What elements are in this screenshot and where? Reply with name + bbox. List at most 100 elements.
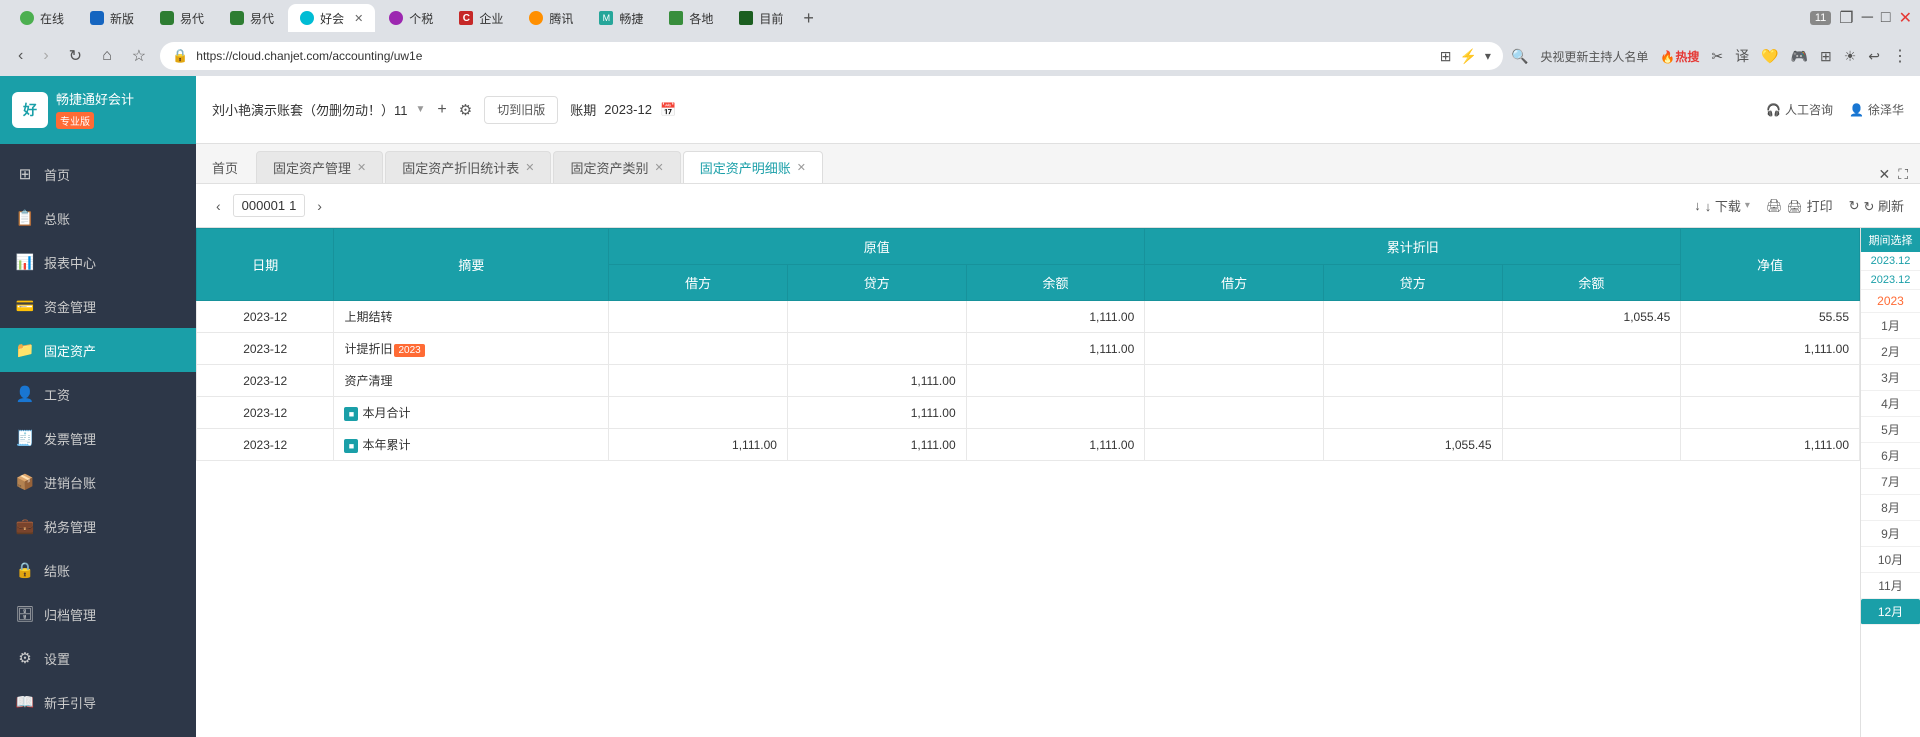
tab-home[interactable]: 首页 (196, 151, 254, 183)
tab-depreciation-stats[interactable]: 固定资产折旧统计表 ✕ (385, 151, 551, 183)
tab-fixed-assets-mgmt-close-icon[interactable]: ✕ (357, 161, 366, 174)
nav-bookmark-button[interactable]: ☆ (126, 44, 152, 68)
sidebar-item-tax[interactable]: 💼 税务管理 (0, 504, 196, 548)
period-month-6月[interactable]: 6月 (1861, 443, 1920, 469)
period-month-12月[interactable]: 12月 (1861, 599, 1920, 625)
tab-asset-category-close-icon[interactable]: ✕ (655, 161, 664, 174)
translate-tool[interactable]: 译 (1735, 46, 1749, 66)
add-account-button[interactable]: + (437, 101, 446, 119)
account-selector[interactable]: 刘小艳演示账套（勿删勿动！）11 ▼ (212, 100, 425, 119)
browser-tab-7[interactable]: C 企业 (447, 4, 515, 32)
prev-page-button[interactable]: ‹ (212, 196, 225, 216)
cell-amount (1502, 365, 1681, 397)
browser-tab-5-active[interactable]: 好会 ✕ (288, 4, 375, 32)
period-month-9月[interactable]: 9月 (1861, 521, 1920, 547)
closing-icon: 🔒 (16, 561, 34, 579)
period-month-5月[interactable]: 5月 (1861, 417, 1920, 443)
cell-amount: 2023-12 (197, 301, 334, 333)
sidebar-item-fixed-assets[interactable]: 📁 固定资产 (0, 328, 196, 372)
window-maximize-icon[interactable]: □ (1881, 9, 1891, 27)
print-button[interactable]: 🖨 🖨 打印 (1766, 196, 1833, 215)
tab-depreciation-stats-close-icon[interactable]: ✕ (525, 161, 534, 174)
sidebar-item-funds[interactable]: 💳 资金管理 (0, 284, 196, 328)
qr-code-icon[interactable]: ⊞ (1440, 48, 1452, 65)
sidebar-item-general-ledger[interactable]: 📋 总账 (0, 196, 196, 240)
hot-search-label[interactable]: 🔥热搜 (1660, 48, 1699, 65)
browser-tab-6[interactable]: 个税 (377, 4, 445, 32)
browser-tab-11[interactable]: 目前 (727, 4, 795, 32)
tab-asset-detail-close-icon[interactable]: ✕ (797, 161, 806, 174)
refresh-button[interactable]: ↻ ↻ 刷新 (1849, 196, 1904, 215)
nav-home-button[interactable]: ⌂ (96, 45, 118, 67)
period-month-1月[interactable]: 1月 (1861, 313, 1920, 339)
cell-amount (1502, 429, 1681, 461)
sidebar-item-settings[interactable]: ⚙ 设置 (0, 636, 196, 680)
tab-5-close-icon[interactable]: ✕ (354, 12, 363, 25)
period-start-date[interactable]: 2023.12 (1861, 252, 1920, 271)
sidebar-item-payroll[interactable]: 👤 工资 (0, 372, 196, 416)
grid-tool[interactable]: ⊞ (1820, 48, 1832, 65)
undo-tool[interactable]: ↩ (1868, 48, 1880, 65)
home-icon: ⊞ (16, 165, 34, 183)
browser-tab-8[interactable]: 腾讯 (517, 4, 585, 32)
tab-asset-category[interactable]: 固定资产类别 ✕ (553, 151, 680, 183)
brightness-tool[interactable]: ☀ (1844, 48, 1857, 65)
browser-tab-2[interactable]: 新版 (78, 4, 146, 32)
panel-close-icon[interactable]: ✕ (1878, 166, 1890, 183)
account-settings-icon[interactable]: ⚙ (459, 101, 472, 119)
scissors-tool[interactable]: ✂ (1711, 48, 1723, 65)
new-tab-button[interactable]: + (797, 8, 820, 29)
cell-amount (966, 365, 1145, 397)
window-close-icon[interactable]: ✕ (1899, 8, 1912, 28)
nav-back-button[interactable]: ‹ (12, 45, 29, 67)
panel-expand-icon[interactable]: ⛶ (1898, 166, 1908, 183)
window-minimize-icon[interactable]: ─ (1862, 9, 1873, 27)
wallet-tool[interactable]: 💛 (1761, 48, 1778, 65)
period-month-3月[interactable]: 3月 (1861, 365, 1920, 391)
browser-tab-3[interactable]: 易代 (148, 4, 216, 32)
cell-amount: 1,055.45 (1502, 301, 1681, 333)
lightning-icon[interactable]: ⚡ (1459, 48, 1476, 65)
cell-amount (1145, 397, 1324, 429)
switch-version-button[interactable]: 切到旧版 (484, 96, 558, 124)
download-button[interactable]: ↓ ↓ 下载 ▾ (1694, 196, 1750, 215)
browser-tab-9[interactable]: M 畅捷 (587, 4, 655, 32)
address-bar[interactable]: 🔒 https://cloud.chanjet.com/accounting/u… (160, 42, 1503, 70)
table-row: 2023-12■本月合计1,111.00 (197, 397, 1860, 429)
sidebar-item-invoices[interactable]: 🧾 发票管理 (0, 416, 196, 460)
tab-asset-detail[interactable]: 固定资产明细账 ✕ (683, 151, 823, 183)
browser-tab-1[interactable]: 在线 (8, 4, 76, 32)
gamepad-tool[interactable]: 🎮 (1791, 48, 1808, 65)
browser-tab-4[interactable]: 易代 (218, 4, 286, 32)
period-month-2月[interactable]: 2月 (1861, 339, 1920, 365)
customer-service-button[interactable]: 🎧 人工咨询 (1766, 101, 1833, 118)
payroll-icon: 👤 (16, 385, 34, 403)
browser-tab-10[interactable]: 各地 (657, 4, 725, 32)
nav-forward-button[interactable]: › (37, 45, 54, 67)
period-month-11月[interactable]: 11月 (1861, 573, 1920, 599)
period-month-4月[interactable]: 4月 (1861, 391, 1920, 417)
sidebar-logo: 好 畅捷通好会计 专业版 (0, 76, 196, 144)
sidebar-item-closing[interactable]: 🔒 结账 (0, 548, 196, 592)
sidebar-item-purchase-sale[interactable]: 📦 进销台账 (0, 460, 196, 504)
more-tools[interactable]: ⋮ (1892, 46, 1908, 66)
period-year-label[interactable]: 2023 (1861, 290, 1920, 313)
period-month-10月[interactable]: 10月 (1861, 547, 1920, 573)
sidebar-item-archive[interactable]: 🗄 归档管理 (0, 592, 196, 636)
sidebar-item-guide[interactable]: 📖 新手引导 (0, 680, 196, 724)
window-restore-icon[interactable]: ❐ (1839, 8, 1853, 28)
dropdown-arrow-icon[interactable]: ▾ (1485, 49, 1491, 63)
period-month-8月[interactable]: 8月 (1861, 495, 1920, 521)
period-month-7月[interactable]: 7月 (1861, 469, 1920, 495)
calendar-icon[interactable]: 📅 (660, 102, 676, 118)
download-icon: ↓ (1694, 198, 1701, 213)
next-page-button[interactable]: › (313, 196, 326, 216)
tab-fixed-assets-mgmt[interactable]: 固定资产管理 ✕ (256, 151, 383, 183)
sidebar-item-reports[interactable]: 📊 报表中心 (0, 240, 196, 284)
user-profile-button[interactable]: 👤 徐泽华 (1849, 101, 1904, 118)
page-code-text: 000001 (242, 198, 285, 213)
sidebar-item-home[interactable]: ⊞ 首页 (0, 152, 196, 196)
period-end-date[interactable]: 2023.12 (1861, 271, 1920, 290)
logo-text: 畅捷通好会计 (56, 91, 134, 109)
nav-reload-button[interactable]: ↻ (63, 44, 88, 68)
